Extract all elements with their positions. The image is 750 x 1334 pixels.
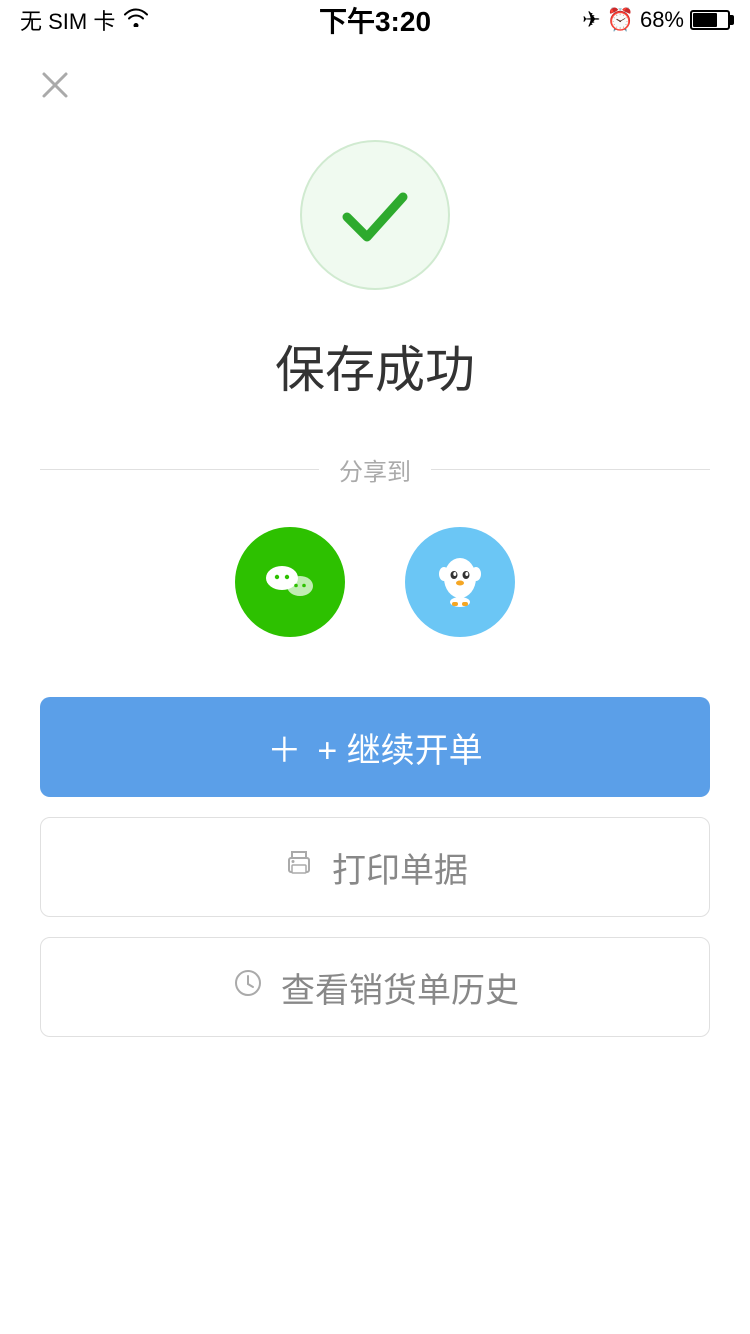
success-title: 保存成功 xyxy=(275,330,475,402)
history-button[interactable]: 查看销货单历史 xyxy=(40,937,710,1037)
status-right: ✈ ⏰ 68% xyxy=(582,7,730,33)
qq-icon xyxy=(428,550,492,614)
action-buttons: ＋ + 继续开单 打印单据 查看销货单历史 xyxy=(40,697,710,1037)
checkmark-icon xyxy=(335,175,415,255)
battery-percent: 68% xyxy=(640,7,684,33)
battery-icon xyxy=(690,10,730,30)
close-button[interactable] xyxy=(30,60,80,110)
print-label: 打印单据 xyxy=(332,843,468,892)
print-button[interactable]: 打印单据 xyxy=(40,817,710,917)
history-label: 查看销货单历史 xyxy=(281,963,519,1012)
printer-icon xyxy=(282,846,316,889)
wechat-share-button[interactable] xyxy=(235,527,345,637)
divider-left xyxy=(40,469,319,470)
wifi-icon xyxy=(123,7,149,33)
share-label: 分享到 xyxy=(339,452,411,487)
continue-order-label: + 继续开单 xyxy=(317,723,482,772)
wechat-icon xyxy=(258,550,322,614)
no-sim-text: 无 SIM 卡 xyxy=(20,4,115,36)
location-icon: ✈ xyxy=(582,7,600,33)
status-time: 下午3:20 xyxy=(319,0,431,40)
share-icons-row xyxy=(235,527,515,637)
plus-icon: ＋ xyxy=(267,723,301,772)
continue-order-button[interactable]: ＋ + 继续开单 xyxy=(40,697,710,797)
divider-right xyxy=(431,469,710,470)
share-divider: 分享到 xyxy=(40,452,710,487)
main-content: 保存成功 分享到 xyxy=(0,110,750,1334)
status-left: 无 SIM 卡 xyxy=(20,4,149,36)
success-icon-circle xyxy=(300,140,450,290)
qq-share-button[interactable] xyxy=(405,527,515,637)
alarm-icon: ⏰ xyxy=(607,7,634,33)
status-bar: 无 SIM 卡 下午3:20 ✈ ⏰ 68% xyxy=(0,0,750,40)
history-icon xyxy=(231,966,265,1009)
